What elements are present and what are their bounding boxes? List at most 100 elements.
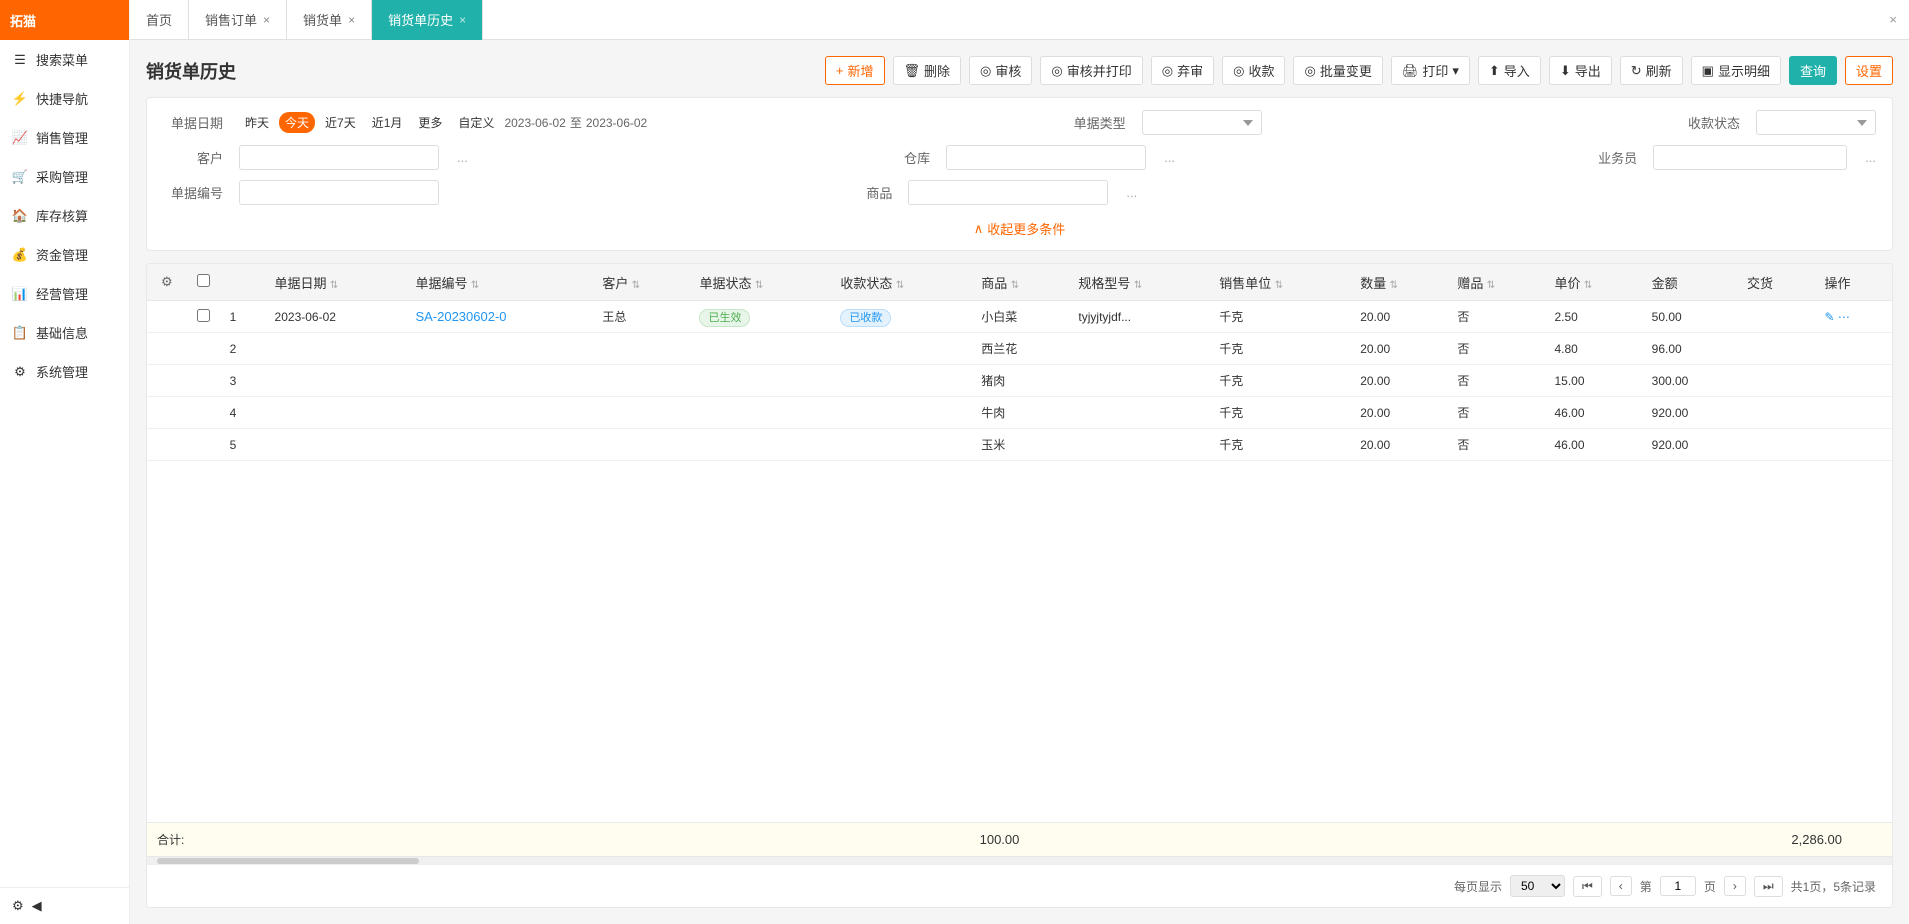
tab-sales-goods[interactable]: 销货单 × [287, 0, 372, 40]
col-customer: 客户 ⇅ [592, 264, 689, 301]
staff-input[interactable] [1653, 145, 1847, 170]
row-checkbox-cell [187, 365, 220, 397]
row-trade [1737, 365, 1814, 397]
doc-no-input[interactable] [239, 180, 439, 205]
sort-unit-price[interactable]: ⇅ [1584, 280, 1592, 291]
sort-doc-status[interactable]: ⇅ [755, 280, 763, 291]
per-page-select[interactable]: 50 10 20 100 [1510, 875, 1565, 897]
sidebar-item-quick-nav[interactable]: ⚡ 快捷导航 [0, 79, 129, 118]
next-page-btn[interactable]: › [1724, 876, 1746, 896]
sort-goods[interactable]: ⇅ [1011, 280, 1019, 291]
sort-unit[interactable]: ⇅ [1275, 280, 1283, 291]
table-wrap: ⚙ 单据日期 ⇅ 单据编号 [147, 264, 1892, 822]
date-tag-7days[interactable]: 近7天 [319, 112, 362, 133]
row-doc-status [689, 429, 830, 461]
page-input[interactable] [1660, 876, 1696, 896]
tab-sales-goods-label: 销货单 [303, 10, 342, 29]
basic-info-icon: 📋 [12, 325, 28, 341]
warehouse-label: 仓库 [870, 148, 930, 167]
warehouse-input[interactable] [946, 145, 1146, 170]
settings-button[interactable]: 设置 [1845, 56, 1893, 85]
main-area: 首页 销售订单 × 销货单 × 销货单历史 × × 销货单历史 + 新增 [130, 0, 1909, 924]
filter-row-2: 客户 ... 仓库 ... 业务员 ... [163, 145, 1876, 170]
table-row: 3 猪肉 千克 20.00 否 15.00 300.00 [147, 365, 1892, 397]
export-button[interactable]: ⬇ 导出 [1549, 56, 1612, 85]
sort-qty[interactable]: ⇅ [1390, 280, 1398, 291]
more-action[interactable]: ⋯ [1838, 310, 1850, 324]
row-trade [1737, 397, 1814, 429]
customer-dots[interactable]: ... [457, 150, 468, 165]
row-unit: 千克 [1209, 365, 1350, 397]
sidebar-gear-btn[interactable]: ⚙ ◀ [0, 888, 129, 924]
select-all-checkbox[interactable] [197, 274, 210, 287]
row-customer: 王总 [592, 301, 689, 333]
date-tag-custom[interactable]: 自定义 [452, 112, 500, 133]
audit-icon: ◎ [980, 63, 991, 79]
sidebar-item-basic-info[interactable]: 📋 基础信息 [0, 313, 129, 352]
date-tag-yesterday[interactable]: 昨天 [239, 112, 275, 133]
customer-input[interactable] [239, 145, 439, 170]
sidebar-item-inventory[interactable]: 🏠 库存核算 [0, 196, 129, 235]
window-close-btn[interactable]: × [1877, 12, 1909, 27]
sort-gift[interactable]: ⇅ [1487, 280, 1495, 291]
doc-type-select[interactable] [1142, 110, 1262, 135]
scrollbar[interactable] [147, 856, 1892, 864]
prev-page-btn[interactable]: ‹ [1610, 876, 1632, 896]
sidebar-item-label: 基础信息 [36, 323, 88, 342]
warehouse-dots[interactable]: ... [1164, 150, 1175, 165]
quick-nav-icon: ⚡ [12, 91, 28, 107]
tab-sales-order-close[interactable]: × [263, 13, 270, 27]
sidebar-item-system[interactable]: ⚙ 系统管理 [0, 352, 129, 391]
collect-button[interactable]: ◎ 收款 [1222, 56, 1285, 85]
first-page-btn[interactable]: ⏮ [1573, 876, 1602, 897]
tab-sales-order[interactable]: 销售订单 × [189, 0, 287, 40]
query-button[interactable]: 查询 [1789, 56, 1837, 85]
sidebar-item-purchase[interactable]: 🛒 采购管理 [0, 157, 129, 196]
date-tag-1month[interactable]: 近1月 [366, 112, 409, 133]
batch-change-button[interactable]: ◎ 批量变更 [1293, 56, 1382, 85]
customer-label: 客户 [163, 148, 223, 167]
audit-button[interactable]: ◎ 审核 [969, 56, 1032, 85]
sidebar-item-search-menu[interactable]: ☰ 搜索菜单 [0, 40, 129, 79]
row-action [1814, 365, 1892, 397]
edit-action[interactable]: ✎ [1824, 310, 1834, 324]
add-button[interactable]: + 新增 [825, 56, 885, 85]
scrollbar-thumb [157, 858, 419, 864]
tab-sales-history[interactable]: 销货单历史 × [372, 0, 483, 40]
goods-input[interactable] [908, 180, 1108, 205]
tab-home[interactable]: 首页 [130, 0, 189, 40]
sidebar-item-operations[interactable]: 📊 经营管理 [0, 274, 129, 313]
payment-status-select[interactable] [1756, 110, 1876, 135]
sidebar-item-sales[interactable]: 📈 销售管理 [0, 118, 129, 157]
row-checkbox[interactable] [197, 309, 210, 322]
table-gear-btn[interactable]: ⚙ [157, 272, 177, 292]
delete-button[interactable]: 🗑 删除 [893, 56, 962, 85]
export-icon: ⬇ [1560, 63, 1571, 79]
sort-doc-no[interactable]: ⇅ [471, 280, 479, 291]
tab-sales-goods-close[interactable]: × [348, 13, 355, 27]
date-tag-more[interactable]: 更多 [412, 112, 448, 133]
sort-spec[interactable]: ⇅ [1134, 280, 1142, 291]
audit-print-button[interactable]: ◎ 审核并打印 [1040, 56, 1142, 85]
row-unit: 千克 [1209, 333, 1350, 365]
sidebar-item-finance[interactable]: 💰 资金管理 [0, 235, 129, 274]
sidebar-item-label: 资金管理 [36, 245, 88, 264]
tab-sales-history-close[interactable]: × [459, 13, 466, 27]
sales-icon: 📈 [12, 130, 28, 146]
row-settings-cell [147, 301, 187, 333]
import-button[interactable]: ⬆ 导入 [1478, 56, 1541, 85]
print-button[interactable]: 🖨 打印 ▾ [1391, 56, 1470, 85]
sort-doc-date[interactable]: ⇅ [330, 280, 338, 291]
row-qty: 20.00 [1350, 397, 1447, 429]
collapse-btn[interactable]: ∧ 收起更多条件 [163, 215, 1876, 238]
sort-payment-status[interactable]: ⇅ [896, 280, 904, 291]
sort-customer[interactable]: ⇅ [632, 280, 640, 291]
last-page-btn[interactable]: ⏭ [1754, 876, 1783, 897]
goods-dots[interactable]: ... [1126, 185, 1137, 200]
date-tag-today[interactable]: 今天 [279, 112, 315, 133]
staff-dots[interactable]: ... [1865, 150, 1876, 165]
row-goods: 牛肉 [971, 397, 1068, 429]
refresh-button[interactable]: ↻ 刷新 [1620, 56, 1683, 85]
show-detail-button[interactable]: ▣ 显示明细 [1691, 56, 1781, 85]
discard-button[interactable]: ◎ 弃审 [1151, 56, 1214, 85]
